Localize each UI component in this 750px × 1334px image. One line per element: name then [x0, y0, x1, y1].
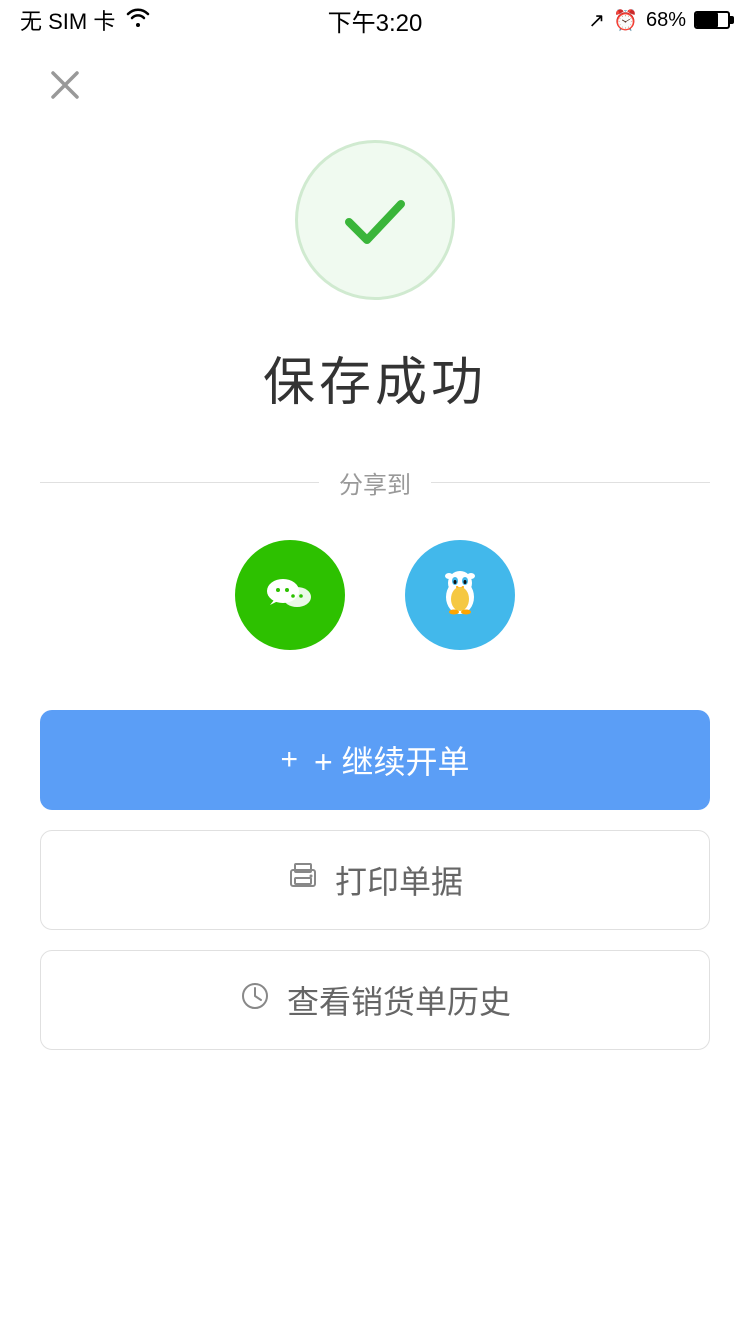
continue-label: + 继续开单	[314, 737, 470, 783]
checkmark-icon	[335, 180, 415, 260]
divider-left	[40, 482, 319, 483]
action-buttons: + + 继续开单 打印单据 查看销货单历史	[40, 710, 710, 1050]
wechat-icon	[260, 565, 320, 625]
status-right: ↗ ⏰ 68%	[588, 8, 730, 33]
qq-share-button[interactable]	[405, 540, 515, 650]
print-icon	[287, 860, 319, 900]
main-content: 保存成功 分享到	[0, 40, 750, 1334]
share-icons	[235, 540, 515, 650]
close-button[interactable]	[40, 60, 90, 110]
close-icon	[48, 68, 82, 102]
success-title: 保存成功	[263, 340, 487, 415]
print-label: 打印单据	[335, 857, 463, 903]
location-icon: ↗	[588, 8, 605, 33]
divider-right	[431, 482, 710, 483]
share-label: 分享到	[339, 465, 411, 500]
battery-icon	[694, 11, 730, 29]
history-label: 查看销货单历史	[287, 977, 511, 1023]
plus-icon: +	[280, 743, 298, 777]
status-bar: 无 SIM 卡 下午3:20 ↗ ⏰ 68%	[0, 0, 750, 40]
clock-icon	[239, 980, 271, 1020]
share-divider: 分享到	[40, 465, 710, 500]
status-left: 无 SIM 卡	[20, 4, 151, 36]
success-icon-circle	[295, 140, 455, 300]
battery-percent: 68%	[646, 9, 686, 32]
status-time: 下午3:20	[328, 3, 423, 38]
qq-icon	[430, 565, 490, 625]
history-button[interactable]: 查看销货单历史	[40, 950, 710, 1050]
alarm-icon: ⏰	[613, 8, 638, 33]
wifi-icon	[125, 7, 151, 33]
sim-status: 无 SIM 卡	[20, 4, 115, 36]
continue-button[interactable]: + + 继续开单	[40, 710, 710, 810]
print-button[interactable]: 打印单据	[40, 830, 710, 930]
wechat-share-button[interactable]	[235, 540, 345, 650]
